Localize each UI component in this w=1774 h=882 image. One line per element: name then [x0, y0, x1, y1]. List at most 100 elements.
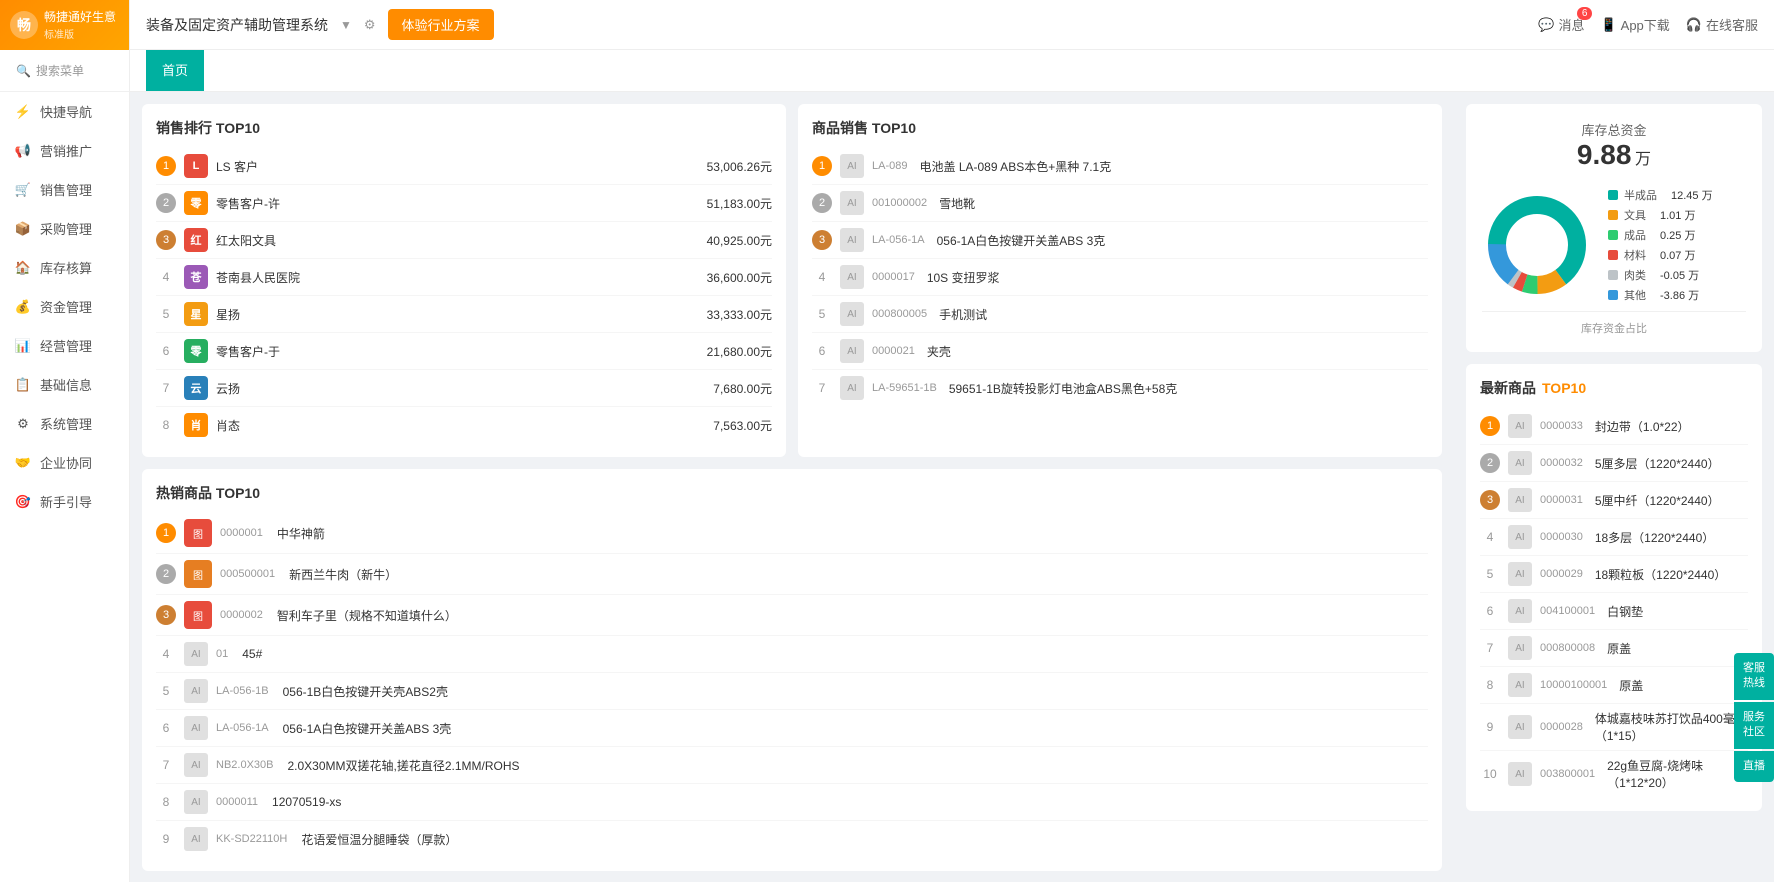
sidebar-item-guide[interactable]: 🎯 新手引导 — [0, 482, 129, 521]
product-name: 056-1A白色按键开关盖ABS 3克 — [937, 232, 1428, 249]
float-btn-direct[interactable]: 直播 — [1734, 751, 1774, 782]
page-tabs: 首页 — [130, 50, 1774, 92]
sidebar-item-marketing[interactable]: 📢 营销推广 — [0, 131, 129, 170]
online-service-label: 在线客服 — [1706, 15, 1758, 34]
customer-rank-item: 7 云 云扬 7,680.00元 — [156, 370, 772, 407]
product-name: 45# — [242, 647, 1428, 661]
float-btn-service[interactable]: 客服热线 — [1734, 653, 1774, 700]
customer-value: 21,680.00元 — [707, 343, 772, 360]
app-download-label: App下载 — [1621, 15, 1670, 34]
newest-products-list: 1 AI 0000033 封边带（1.0*22） 2 AI 0000032 5厘… — [1480, 408, 1748, 797]
inventory-card: 库存总资金 9.88 万 — [1466, 104, 1762, 352]
product-name: 白钢垫 — [1607, 603, 1748, 620]
legend-roulei-value: -0.05 万 — [1660, 267, 1699, 283]
customer-name: 星扬 — [216, 306, 699, 323]
product-name: 056-1B白色按键开关壳ABS2壳 — [283, 683, 1428, 700]
dropdown-arrow[interactable]: ▼ — [340, 18, 352, 32]
customer-rank-card: 销售排行 TOP10 1 L LS 客户 53,006.26元 2 零 零售客户… — [142, 104, 786, 457]
product-img: 图 — [184, 560, 212, 588]
product-code: 0000002 — [220, 609, 263, 621]
hot-products-title-text: 热销商品 TOP10 — [156, 483, 260, 503]
product-name: 056-1A白色按键开关盖ABS 3壳 — [283, 720, 1428, 737]
float-btn-community[interactable]: 服务社区 — [1734, 702, 1774, 749]
sidebar-item-inventory[interactable]: 🏠 库存核算 — [0, 248, 129, 287]
product-name: 22g鱼豆腐-烧烤味（1*12*20） — [1607, 757, 1748, 791]
system-title: 装备及固定资产辅助管理系统 — [146, 15, 328, 35]
newest-product-item: 9 AI 0000028 体城嘉枝味苏打饮品400毫升（1*15） — [1480, 704, 1748, 751]
newest-products-title-text: 最新商品 — [1480, 378, 1536, 398]
newest-products-card: 最新商品 TOP10 1 AI 0000033 封边带（1.0*22） 2 AI… — [1466, 364, 1762, 811]
search-icon: 🔍 — [16, 64, 31, 78]
product-rank-title: 商品销售 TOP10 — [812, 118, 1428, 138]
rank-num: 3 — [156, 230, 176, 250]
message-btn[interactable]: 💬 消息 6 — [1538, 15, 1584, 34]
newest-product-item: 4 AI 0000030 18多层（1220*2440） — [1480, 519, 1748, 556]
product-img: 图 — [184, 519, 212, 547]
sidebar-item-cooperation[interactable]: 🤝 企业协同 — [0, 443, 129, 482]
product-code: 0000029 — [1540, 568, 1583, 580]
rank-num: 1 — [1480, 416, 1500, 436]
customer-avatar: 零 — [184, 191, 208, 215]
rank-num: 9 — [1480, 720, 1500, 734]
product-rank-title-text: 商品销售 TOP10 — [812, 118, 916, 138]
product-code: 0000011 — [216, 796, 258, 808]
product-icon: AI — [184, 827, 208, 851]
legend-cailiao-label: 材料 — [1624, 247, 1646, 263]
customer-name: 肖态 — [216, 417, 705, 434]
sidebar-item-purchase[interactable]: 📦 采购管理 — [0, 209, 129, 248]
dot-semifinished — [1608, 190, 1618, 200]
customer-value: 36,600.00元 — [707, 269, 772, 286]
sidebar-item-system[interactable]: ⚙ 系统管理 — [0, 404, 129, 443]
newest-product-item: 6 AI 004100001 白钢垫 — [1480, 593, 1748, 630]
product-code: 0000017 — [872, 271, 915, 283]
rank-num: 7 — [156, 381, 176, 395]
product-name: 花语爱恒温分腿睡袋（厚款） — [301, 831, 1428, 848]
logo-badge: 标准版 — [44, 26, 116, 41]
legend-cailiao-value: 0.07 万 — [1660, 247, 1695, 263]
phone-icon: 📱 — [1600, 17, 1616, 33]
product-icon: AI — [840, 376, 864, 400]
sidebar-item-sales[interactable]: 🛒 销售管理 — [0, 170, 129, 209]
product-code: 004100001 — [1540, 605, 1595, 617]
sales-icon: 🛒 — [14, 181, 32, 199]
product-icon: AI — [1508, 451, 1532, 475]
inventory-icon: 🏠 — [14, 259, 32, 277]
sidebar-item-basic[interactable]: 📋 基础信息 — [0, 365, 129, 404]
sidebar-item-finance[interactable]: 💰 资金管理 — [0, 287, 129, 326]
topbar-right: 💬 消息 6 📱 App下载 🎧 在线客服 — [1538, 15, 1758, 34]
trial-button[interactable]: 体验行业方案 — [388, 9, 494, 40]
customer-value: 33,333.00元 — [707, 306, 772, 323]
online-service-btn[interactable]: 🎧 在线客服 — [1686, 15, 1758, 34]
customer-rank-title: 销售排行 TOP10 — [156, 118, 772, 138]
product-code: 000800005 — [872, 308, 927, 320]
product-name: 18颗粒板（1220*2440） — [1595, 566, 1748, 583]
customer-rank-item: 5 星 星扬 33,333.00元 — [156, 296, 772, 333]
hot-product-item: 2 图 000500001 新西兰牛肉（新牛） — [156, 554, 1428, 595]
product-name: 原盖 — [1607, 640, 1748, 657]
product-icon: AI — [184, 753, 208, 777]
customer-rank-list: 1 L LS 客户 53,006.26元 2 零 零售客户-许 51,183.0… — [156, 148, 772, 443]
product-code: 003800001 — [1540, 768, 1595, 780]
product-icon: AI — [184, 716, 208, 740]
product-rank-item: 1 AI LA-089 电池盖 LA-089 ABS本色+黑种 7.1克 — [812, 148, 1428, 185]
product-img: 图 — [184, 601, 212, 629]
settings-icon[interactable]: ⚙ — [364, 17, 376, 33]
sidebar-item-operations[interactable]: 📊 经营管理 — [0, 326, 129, 365]
product-name: 电池盖 LA-089 ABS本色+黑种 7.1克 — [919, 158, 1428, 175]
product-name: 夹壳 — [927, 343, 1428, 360]
sidebar-search-section[interactable]: 🔍 搜索菜单 — [0, 50, 129, 92]
finance-icon: 💰 — [14, 298, 32, 316]
rank-num: 4 — [156, 647, 176, 661]
sidebar-item-quicknav[interactable]: ⚡ 快捷导航 — [0, 92, 129, 131]
rank-num: 3 — [812, 230, 832, 250]
search-menu-btn[interactable]: 🔍 搜索菜单 — [10, 58, 119, 83]
customer-rank-item: 2 零 零售客户-许 51,183.00元 — [156, 185, 772, 222]
guide-icon: 🎯 — [14, 493, 32, 511]
rank-num: 9 — [156, 832, 176, 846]
app-download-btn[interactable]: 📱 App下载 — [1600, 15, 1669, 34]
rank-num: 7 — [812, 381, 832, 395]
tab-home[interactable]: 首页 — [146, 50, 204, 91]
newest-product-item: 3 AI 0000031 5厘中纤（1220*2440） — [1480, 482, 1748, 519]
product-name: 10S 变扭罗浆 — [927, 269, 1428, 286]
search-label: 搜索菜单 — [36, 62, 84, 79]
